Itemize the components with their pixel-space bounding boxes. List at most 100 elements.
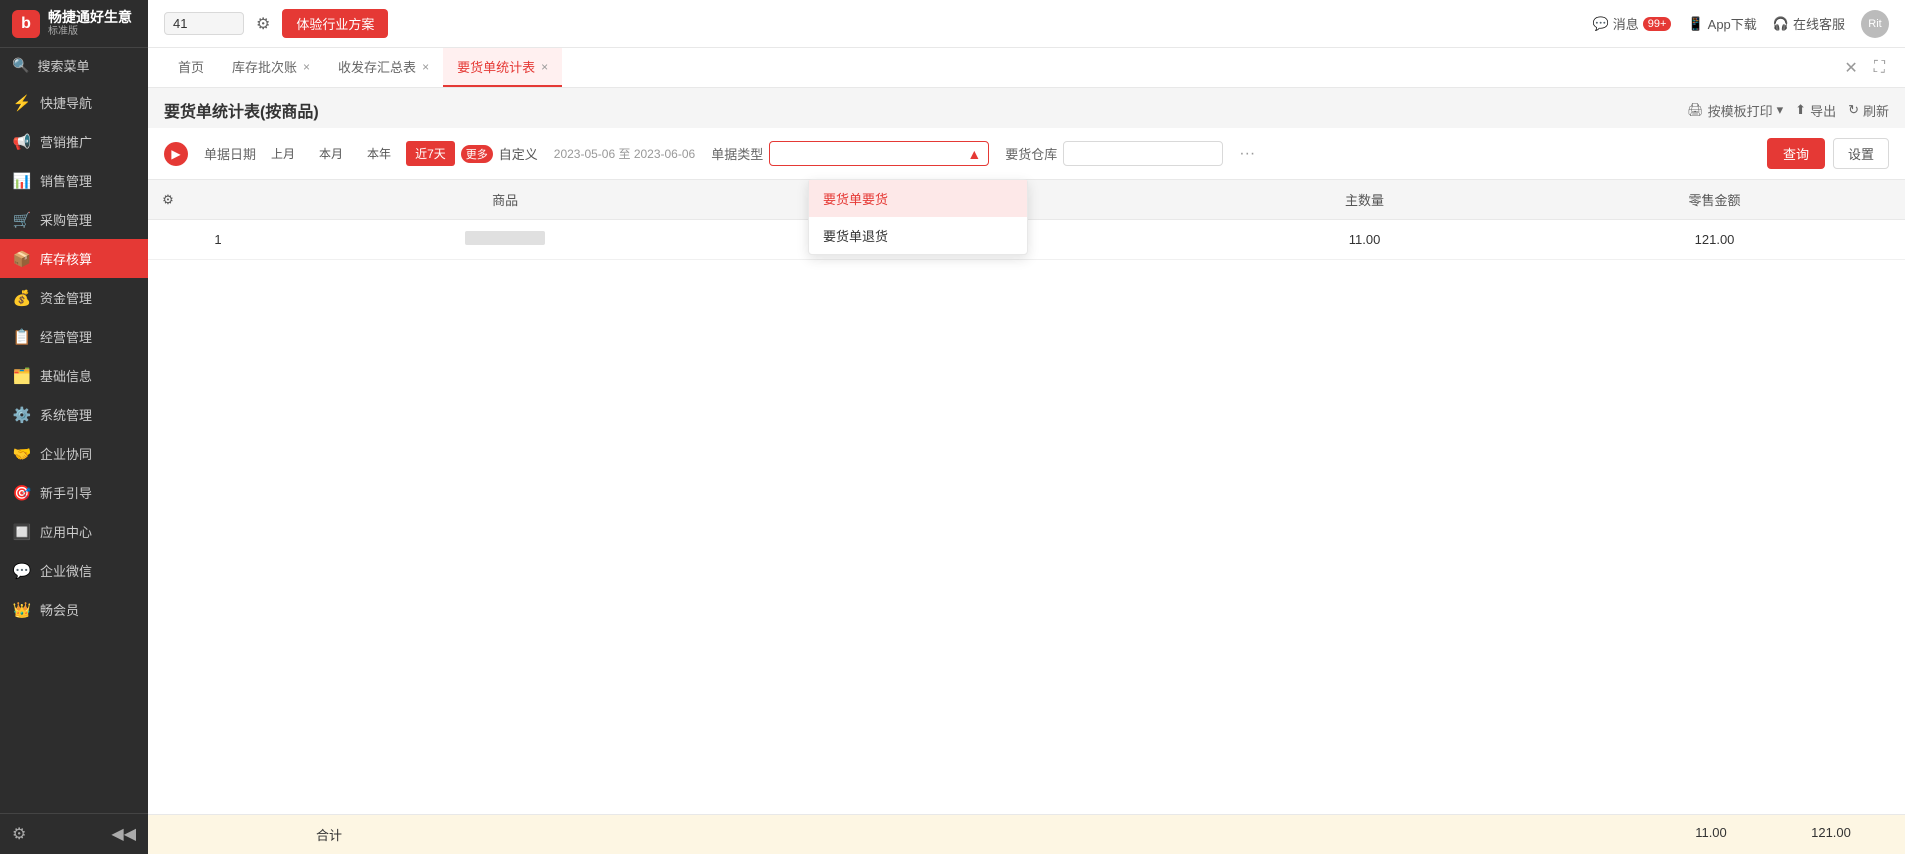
collab-icon: 🤝	[12, 445, 32, 463]
sidebar-search[interactable]: 🔍 搜索菜单	[0, 48, 148, 83]
warehouse-input[interactable]	[1063, 141, 1223, 166]
marketing-icon: 📢	[12, 133, 32, 151]
tab-close-all-btn[interactable]: ✕	[1840, 58, 1861, 78]
app-logo-text: 畅捷通好生意 标准版	[48, 9, 132, 38]
tab-home[interactable]: 首页	[164, 48, 218, 87]
footer-cells: 合计 11.00 121.00	[162, 825, 1891, 844]
sidebar-item-apps[interactable]: 🔲 应用中心	[0, 512, 148, 551]
sidebar-item-basic[interactable]: 🗂️ 基础信息	[0, 356, 148, 395]
template-print-button[interactable]: 🖨 按模板打印 ▾	[1687, 101, 1783, 120]
filter-more-dots[interactable]: ···	[1239, 145, 1255, 163]
export-button[interactable]: ⬆ 导出	[1795, 101, 1836, 120]
sidebar-item-label: 资金管理	[40, 288, 136, 307]
type-input[interactable]	[769, 141, 989, 166]
export-label: 导出	[1810, 101, 1836, 120]
sidebar-item-label: 新手引导	[40, 483, 136, 502]
inventory-icon: 📦	[12, 250, 32, 268]
date-more-badge[interactable]: 更多	[461, 145, 493, 163]
page-title: 要货单统计表(按商品)	[164, 98, 319, 122]
tab-expand-btn[interactable]: ⛶	[1870, 59, 1889, 77]
tab-inventory-batch-label: 库存批次账	[232, 57, 297, 76]
sidebar-item-operation[interactable]: 📋 经营管理	[0, 317, 148, 356]
query-button[interactable]: 查询	[1767, 138, 1825, 169]
vip-icon: 👑	[12, 601, 32, 619]
sidebar-item-finance[interactable]: 💰 资金管理	[0, 278, 148, 317]
column-settings-icon[interactable]: ⚙	[162, 192, 174, 207]
app-icon: 📱	[1687, 16, 1703, 32]
template-print-label: 按模板打印	[1708, 101, 1773, 120]
sidebar-item-wechat[interactable]: 💬 企业微信	[0, 551, 148, 590]
sidebar-item-system[interactable]: ⚙️ 系统管理	[0, 395, 148, 434]
message-badge: 99+	[1643, 17, 1672, 31]
sidebar-item-vip[interactable]: 👑 畅会员	[0, 590, 148, 629]
tab-recv-summary[interactable]: 收发存汇总表 ×	[324, 48, 443, 87]
export-icon: ⬆	[1795, 102, 1806, 118]
dropdown-item-requisition-order[interactable]: 要货单要货	[809, 180, 1027, 217]
sidebar-logo: b 畅捷通好生意 标准版	[0, 0, 148, 48]
header-gear-icon[interactable]: ⚙	[256, 14, 270, 34]
sidebar-item-purchase[interactable]: 🛒 采购管理	[0, 200, 148, 239]
sidebar-item-label: 系统管理	[40, 405, 136, 424]
date-this-month[interactable]: 本月	[310, 141, 352, 166]
industry-btn[interactable]: 体验行业方案	[282, 9, 388, 38]
app-download-button[interactable]: 📱 App下载	[1687, 14, 1756, 33]
quick-nav-icon: ⚡	[12, 94, 32, 112]
avatar-text: Rit	[1868, 18, 1881, 30]
sidebar-search-label: 搜索菜单	[37, 56, 89, 75]
sidebar-item-inventory[interactable]: 📦 库存核算	[0, 239, 148, 278]
date-this-year[interactable]: 本年	[358, 141, 400, 166]
date-range-text: 2023-05-06 至 2023-06-06	[554, 145, 695, 162]
dropdown-item-requisition-return[interactable]: 要货单退货	[809, 217, 1027, 254]
service-icon: 🎧	[1773, 16, 1789, 32]
header-right: 💬 消息 99+ 📱 App下载 🎧 在线客服 Rit	[1593, 10, 1889, 38]
col-index-header	[188, 180, 248, 220]
sidebar-item-quick-nav[interactable]: ⚡ 快捷导航	[0, 83, 148, 122]
service-label: 在线客服	[1793, 14, 1845, 33]
date-last-month[interactable]: 上月	[262, 141, 304, 166]
footer-label: 合计	[302, 825, 422, 844]
refresh-button[interactable]: ↻ 刷新	[1848, 101, 1889, 120]
collapse-button[interactable]: ◀◀	[111, 824, 136, 844]
app-logo-icon: b	[12, 10, 40, 38]
avatar[interactable]: Rit	[1861, 10, 1889, 38]
template-print-arrow: ▾	[1777, 102, 1784, 118]
row-settings-cell	[148, 220, 188, 260]
date-custom[interactable]: 自定义	[499, 144, 538, 163]
sidebar-item-sales[interactable]: 📊 销售管理	[0, 161, 148, 200]
refresh-label: 刷新	[1863, 101, 1889, 120]
sidebar-item-collab[interactable]: 🤝 企业协同	[0, 434, 148, 473]
filter-expand-button[interactable]: ▶	[164, 142, 188, 166]
settings-button[interactable]: 设置	[1833, 138, 1889, 169]
settings-button[interactable]: ⚙	[12, 824, 26, 844]
col-amount-header: 零售金额	[1524, 180, 1905, 220]
tab-inventory-batch-close[interactable]: ×	[303, 60, 310, 74]
data-table-container: ⚙ 商品 主计量单位 主数量 零售金额 1	[148, 180, 1905, 814]
sidebar-nav: ⚡ 快捷导航 📢 营销推广 📊 销售管理 🛒 采购管理 📦 库存核算 💰 资金管…	[0, 83, 148, 813]
message-label: 消息	[1613, 14, 1639, 33]
sidebar: b 畅捷通好生意 标准版 🔍 搜索菜单 ⚡ 快捷导航 📢 营销推广 📊 销售管理…	[0, 0, 148, 854]
filter-type-group: 单据类型 ▲	[711, 141, 989, 166]
sidebar-item-guide[interactable]: 🎯 新手引导	[0, 473, 148, 512]
online-service-button[interactable]: 🎧 在线客服	[1773, 14, 1845, 33]
tab-recv-summary-close[interactable]: ×	[422, 60, 429, 74]
row-amount-cell: 121.00	[1524, 220, 1905, 260]
date-last-7-days[interactable]: 近7天	[406, 141, 455, 166]
tab-requisition-stats[interactable]: 要货单统计表 ×	[443, 48, 562, 87]
tab-recv-summary-label: 收发存汇总表	[338, 57, 416, 76]
sidebar-item-label: 畅会员	[40, 600, 136, 619]
tab-inventory-batch[interactable]: 库存批次账 ×	[218, 48, 324, 87]
type-input-wrapper: ▲	[769, 141, 989, 166]
refresh-icon: ↻	[1848, 102, 1859, 118]
tab-count-input[interactable]	[164, 12, 244, 35]
type-arrow-icon[interactable]: ▲	[967, 146, 981, 162]
tab-requisition-stats-close[interactable]: ×	[541, 60, 548, 74]
sidebar-item-label: 营销推广	[40, 132, 136, 151]
finance-icon: 💰	[12, 289, 32, 307]
footer-quantity: 11.00	[1651, 825, 1771, 844]
col-settings-header[interactable]: ⚙	[148, 180, 188, 220]
tab-bar: 首页 库存批次账 × 收发存汇总表 × 要货单统计表 × ✕ ⛶	[148, 48, 1905, 88]
message-button[interactable]: 💬 消息 99+	[1593, 14, 1672, 33]
sidebar-item-marketing[interactable]: 📢 营销推广	[0, 122, 148, 161]
table-footer: 合计 11.00 121.00	[148, 814, 1905, 854]
product-placeholder	[465, 231, 545, 245]
